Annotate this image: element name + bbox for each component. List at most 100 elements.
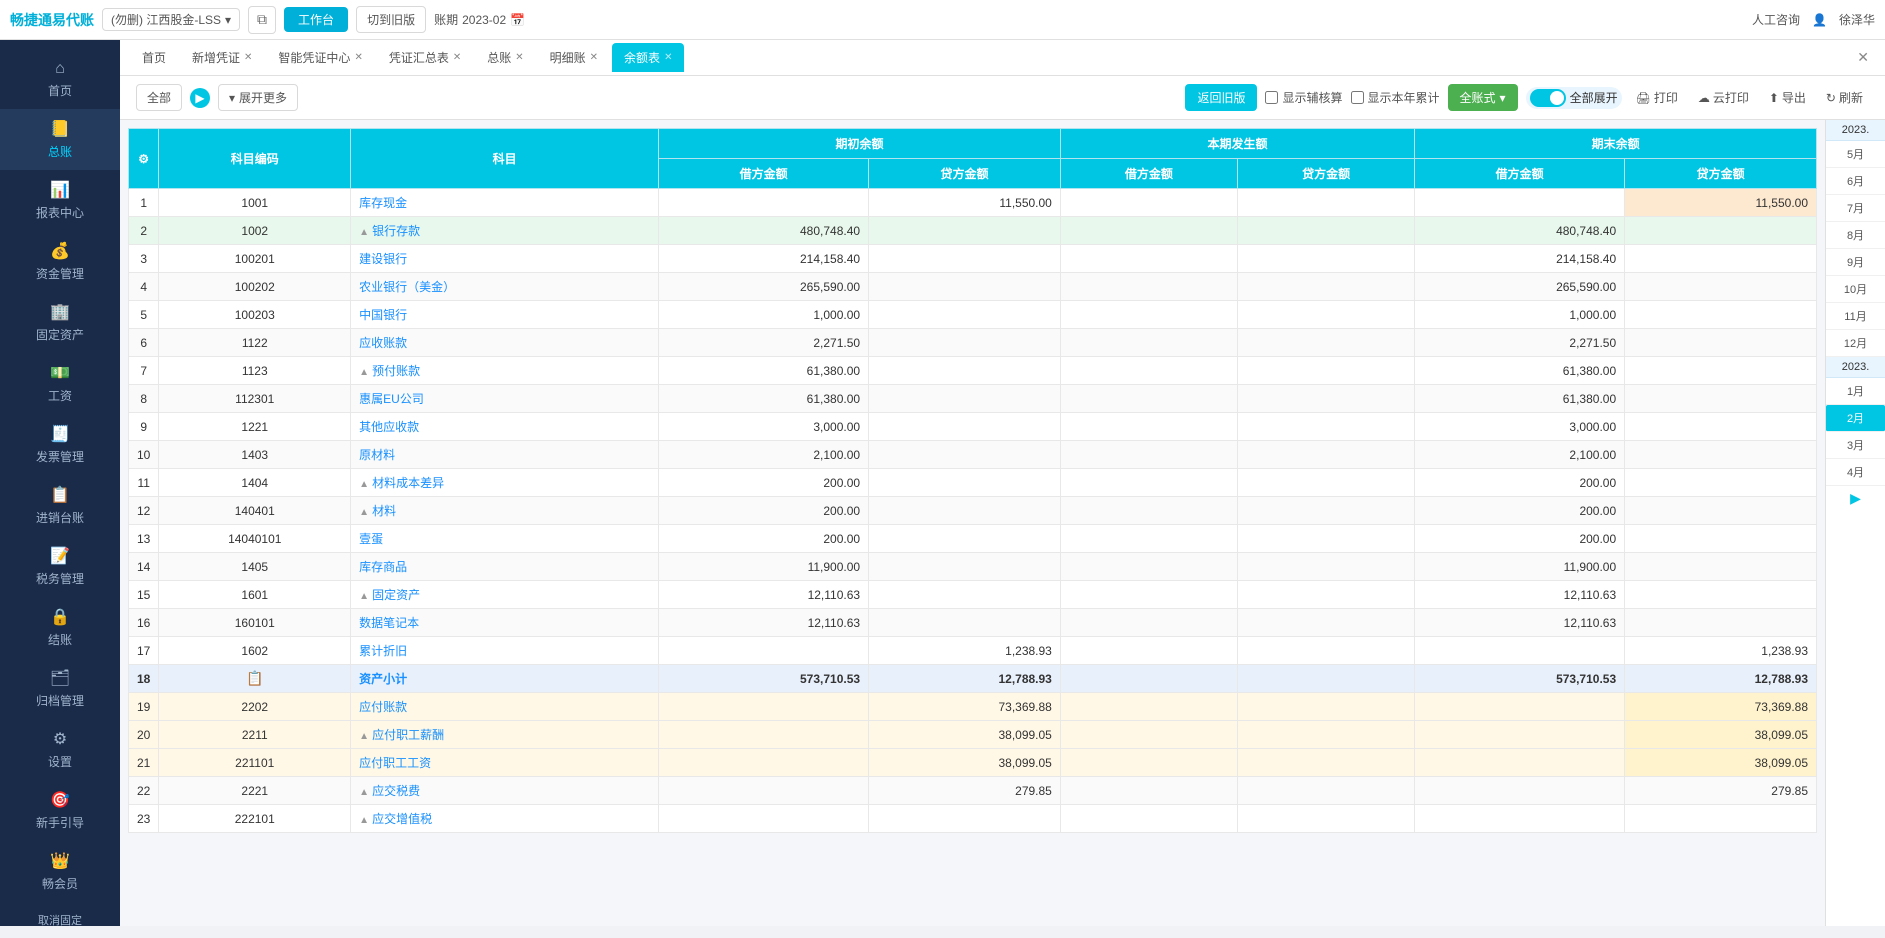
sidebar-item-settings[interactable]: ⚙ 设置 — [0, 719, 120, 780]
expand-icon[interactable]: ▲ — [359, 367, 369, 378]
tab-voucher-summary[interactable]: 凭证汇总表 ✕ — [377, 43, 473, 72]
expand-icon[interactable]: ▲ — [359, 731, 369, 742]
show-aux-checkbox[interactable] — [1265, 91, 1278, 104]
right-panel-month-12[interactable]: 12月 — [1826, 330, 1885, 357]
sidebar-item-general-ledger[interactable]: 📒 总账 — [0, 109, 120, 170]
right-panel-month-1[interactable]: 1月 — [1826, 378, 1885, 405]
row-name[interactable]: ▲材料成本差异 — [351, 469, 659, 497]
row-name[interactable]: 库存现金 — [351, 189, 659, 217]
copy-icon[interactable]: ⧉ — [248, 6, 276, 34]
row-name[interactable]: 中国银行 — [351, 301, 659, 329]
sidebar-item-reports[interactable]: 📊 报表中心 — [0, 170, 120, 231]
company-selector[interactable]: (勿删) 江西股金-LSS ▾ — [102, 8, 240, 31]
expand-icon[interactable]: ▲ — [359, 787, 369, 798]
table-row: 21221101应付职工工资38,099.0538,099.05 — [129, 749, 1817, 777]
tab-general-ledger[interactable]: 总账 ✕ — [475, 43, 535, 72]
tab-voucher-summary-close[interactable]: ✕ — [453, 52, 461, 63]
row-name[interactable]: ▲材料 — [351, 497, 659, 525]
row-closing_d: 2,271.50 — [1415, 329, 1625, 357]
sidebar-item-payroll[interactable]: 💵 工资 — [0, 353, 120, 414]
tab-smart-verify[interactable]: 智能凭证中心 ✕ — [266, 43, 374, 72]
sidebar-item-fixed-assets[interactable]: 🏢 固定资产 — [0, 292, 120, 353]
expand-more-button[interactable]: ▾ 展开更多 — [218, 84, 298, 111]
sidebar-item-home[interactable]: ⌂ 首页 — [0, 50, 120, 109]
row-name[interactable]: 农业银行（美金） — [351, 273, 659, 301]
row-name[interactable]: 原材料 — [351, 441, 659, 469]
format-button[interactable]: 全账式 ▾ — [1448, 84, 1518, 111]
row-name[interactable]: ▲预付账款 — [351, 357, 659, 385]
right-panel-month-5[interactable]: 5月 — [1826, 141, 1885, 168]
tab-balance-sheet[interactable]: 余额表 ✕ — [612, 43, 684, 72]
sidebar-item-guide[interactable]: 🎯 新手引导 — [0, 780, 120, 841]
tab-home[interactable]: 首页 — [130, 43, 178, 72]
cloud-print-button[interactable]: ☁ 云打印 — [1692, 85, 1755, 110]
sidebar-item-capital[interactable]: 💰 资金管理 — [0, 231, 120, 292]
row-code: 1403 — [159, 441, 351, 469]
expand-icon[interactable]: ▲ — [359, 591, 369, 602]
old-version-button[interactable]: 切到旧版 — [356, 6, 426, 33]
expand-all-switch[interactable] — [1530, 89, 1566, 107]
row-name[interactable]: 应付账款 — [351, 693, 659, 721]
row-name[interactable]: 惠属EU公司 — [351, 385, 659, 413]
settings-col-header[interactable]: ⚙ — [129, 129, 159, 189]
right-panel-month-11[interactable]: 11月 — [1826, 303, 1885, 330]
tab-detail-ledger[interactable]: 明细账 ✕ — [538, 43, 610, 72]
row-name[interactable]: 应收账款 — [351, 329, 659, 357]
row-current_d — [1060, 581, 1237, 609]
row-name[interactable]: ▲银行存款 — [351, 217, 659, 245]
calendar-icon[interactable]: 📅 — [510, 13, 525, 27]
right-panel-month-6[interactable]: 6月 — [1826, 168, 1885, 195]
tab-smart-verify-close[interactable]: ✕ — [354, 52, 362, 63]
close-all-button[interactable]: ✕ — [1851, 47, 1875, 68]
row-name[interactable]: 资产小计 — [351, 665, 659, 693]
workbench-button[interactable]: 工作台 — [284, 7, 348, 32]
export-button[interactable]: ⬆ 导出 — [1763, 85, 1812, 110]
row-name[interactable]: ▲固定资产 — [351, 581, 659, 609]
right-panel-month-10[interactable]: 10月 — [1826, 276, 1885, 303]
right-panel-month-9[interactable]: 9月 — [1826, 249, 1885, 276]
expand-icon[interactable]: ▲ — [359, 479, 369, 490]
row-name[interactable]: ▲应付职工薪酬 — [351, 721, 659, 749]
row-name[interactable]: 其他应收款 — [351, 413, 659, 441]
consult-link[interactable]: 人工咨询 — [1752, 11, 1800, 28]
sidebar-item-tax[interactable]: 📝 税务管理 — [0, 536, 120, 597]
expand-icon[interactable]: ▲ — [359, 815, 369, 826]
sidebar-item-closing[interactable]: 🔒 结账 — [0, 597, 120, 658]
tab-new-voucher[interactable]: 新增凭证 ✕ — [180, 43, 264, 72]
row-name[interactable]: 应付职工工资 — [351, 749, 659, 777]
sidebar-item-purchase-sales[interactable]: 📋 进销台账 — [0, 475, 120, 536]
tab-balance-sheet-close[interactable]: ✕ — [664, 52, 672, 63]
row-name[interactable]: 壹蛋 — [351, 525, 659, 553]
expand-icon[interactable]: ▲ — [359, 507, 369, 518]
show-ytd-checkbox[interactable] — [1351, 91, 1364, 104]
tab-general-ledger-close[interactable]: ✕ — [515, 52, 523, 63]
refresh-label: 刷新 — [1839, 89, 1863, 106]
return-old-button[interactable]: 返回旧版 — [1185, 84, 1257, 111]
forward-arrow-button[interactable]: ▶ — [190, 88, 210, 108]
payroll-icon: 💵 — [50, 363, 70, 383]
right-panel-month-3[interactable]: 3月 — [1826, 432, 1885, 459]
tab-new-voucher-close[interactable]: ✕ — [244, 52, 252, 63]
print-button[interactable]: 🖨 打印 — [1630, 85, 1684, 110]
tab-detail-ledger-close[interactable]: ✕ — [590, 52, 598, 63]
row-name[interactable]: ▲应交增值税 — [351, 805, 659, 833]
row-name[interactable]: 数据笔记本 — [351, 609, 659, 637]
expand-icon[interactable]: ▲ — [359, 227, 369, 238]
right-panel-toggle[interactable]: ▶ — [1826, 486, 1885, 511]
right-panel-month-8[interactable]: 8月 — [1826, 222, 1885, 249]
right-panel-month-2[interactable]: 2月 — [1826, 405, 1885, 432]
refresh-button[interactable]: ↻ 刷新 — [1820, 85, 1869, 110]
row-name[interactable]: ▲应交税费 — [351, 777, 659, 805]
right-panel-month-4[interactable]: 4月 — [1826, 459, 1885, 486]
gear-icon[interactable]: ⚙ — [138, 152, 149, 166]
row-name[interactable]: 建设银行 — [351, 245, 659, 273]
settings-icon: ⚙ — [53, 729, 67, 749]
sidebar-item-member[interactable]: 👑 畅会员 — [0, 841, 120, 902]
sidebar-item-archive[interactable]: 🗂 归档管理 — [0, 658, 120, 719]
right-panel-month-7[interactable]: 7月 — [1826, 195, 1885, 222]
sidebar-item-invoice[interactable]: 🧾 发票管理 — [0, 414, 120, 475]
sidebar-label-general-ledger: 总账 — [48, 143, 72, 160]
all-filter-button[interactable]: 全部 — [136, 84, 182, 111]
row-name[interactable]: 累计折旧 — [351, 637, 659, 665]
row-name[interactable]: 库存商品 — [351, 553, 659, 581]
